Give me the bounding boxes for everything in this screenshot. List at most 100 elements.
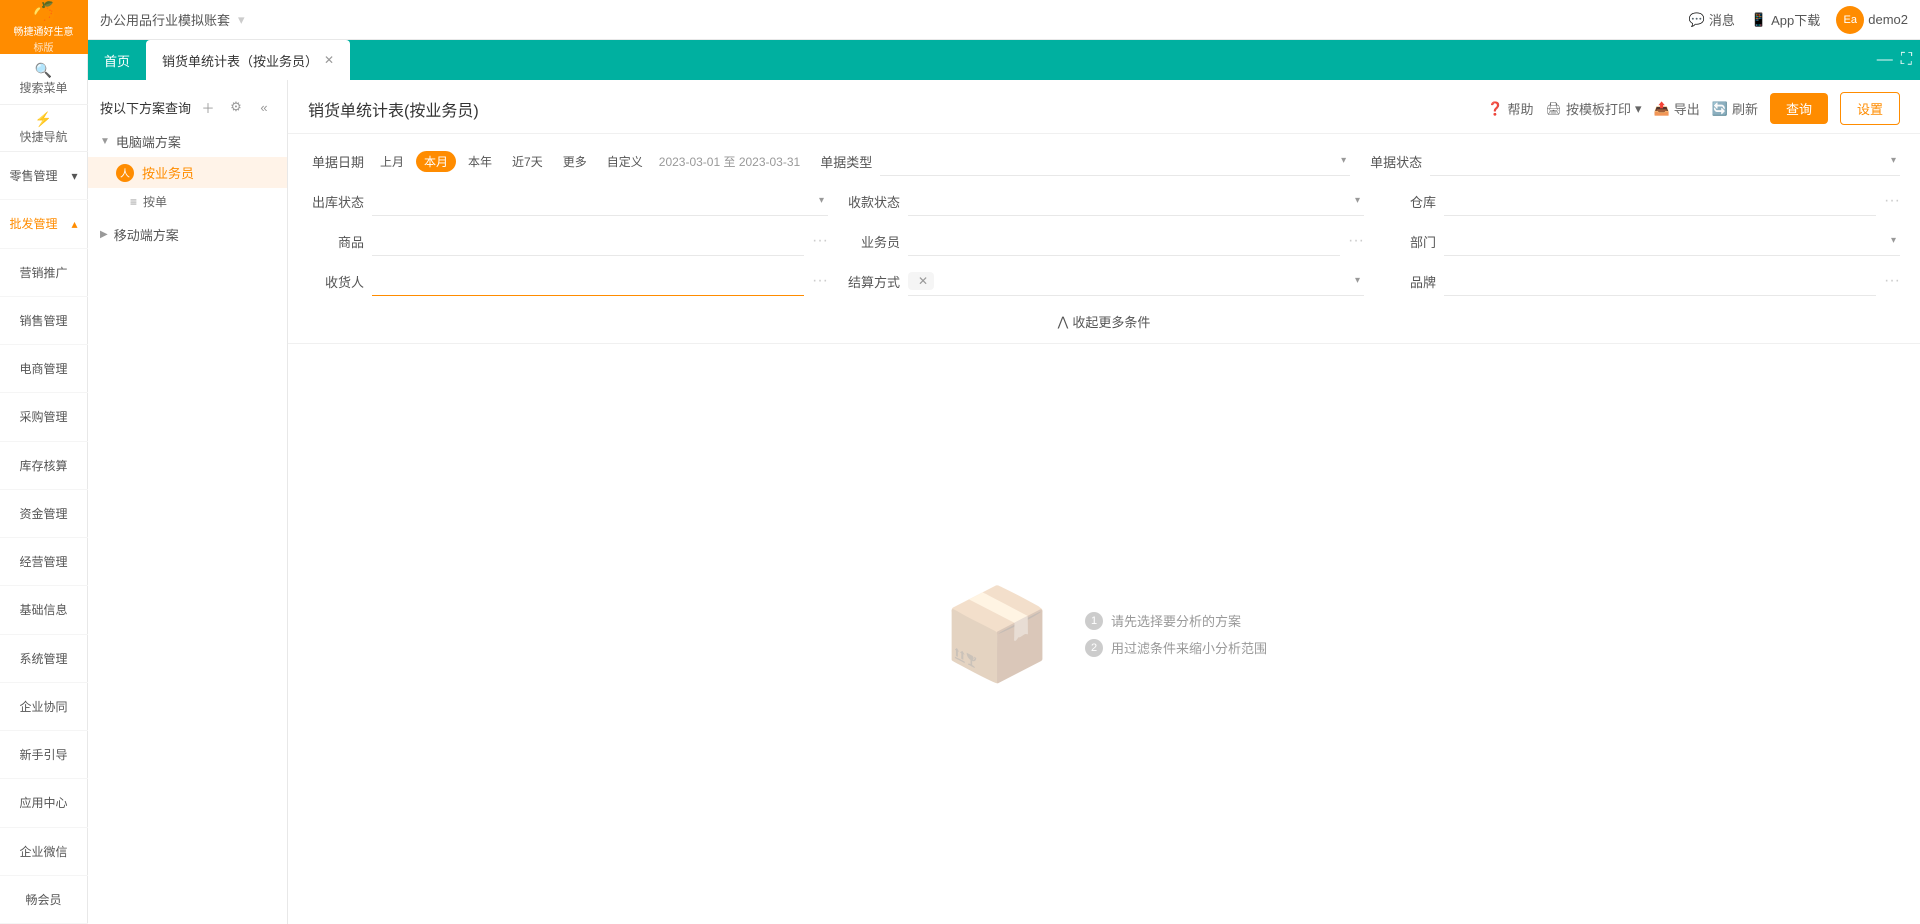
date-btn-more[interactable]: 更多: [555, 151, 595, 172]
filter-bill-status-select-wrap[interactable]: ▾: [1430, 146, 1900, 176]
filter-goods-input[interactable]: [372, 226, 804, 256]
sidebar-search-item[interactable]: 🔍 搜索菜单: [0, 54, 88, 105]
sidebar-item-newbie-label: 新手引导: [19, 746, 67, 763]
print-btn[interactable]: 🖨 按模板打印 ▾: [1546, 99, 1642, 118]
filter-dept-select[interactable]: [1444, 226, 1900, 255]
filter-brand-dots[interactable]: ···: [1884, 272, 1900, 290]
message-btn[interactable]: 💬 消息: [1689, 10, 1735, 29]
sidebar-item-retail[interactable]: 零售管理 ▾: [0, 152, 88, 200]
filter-settle-select-wrap[interactable]: ▾: [938, 266, 1364, 296]
filter-salesman-dots[interactable]: ···: [1348, 232, 1364, 250]
hint-num-2: 2: [1085, 639, 1103, 657]
logo-text: 畅捷通好生意: [14, 27, 74, 39]
sidebar-item-collab-label: 企业协同: [19, 698, 67, 715]
filter-warehouse-input[interactable]: [1444, 186, 1876, 216]
sidebar-logo[interactable]: 🍊 畅捷通好生意 标版: [0, 0, 88, 54]
date-btn-this-month[interactable]: 本月: [416, 151, 456, 172]
empty-state-content: 📦 1 请先选择要分析的方案 2 用过滤条件来缩小分析范围: [941, 582, 1267, 687]
filter-bill-status-field: 单据状态 ▾: [1366, 146, 1900, 176]
sidebar-item-wholesale-arrow: ▴: [71, 217, 77, 231]
sidebar-item-basic-info[interactable]: 基础信息: [0, 586, 88, 634]
page-header: 销货单统计表(按业务员) ❓ 帮助 🖨 按模板打印 ▾ 📤 导出: [288, 80, 1920, 134]
query-btn[interactable]: 查询: [1770, 93, 1828, 124]
filter-brand-field: 品牌 ···: [1380, 266, 1900, 296]
export-btn[interactable]: 📤 导出: [1654, 99, 1700, 118]
lp-collapse-btn[interactable]: «: [253, 96, 275, 118]
empty-state: 📦 1 请先选择要分析的方案 2 用过滤条件来缩小分析范围: [288, 344, 1920, 924]
lp-item-by-bill[interactable]: ≡ 按单: [88, 188, 287, 215]
sidebar-item-ecommerce[interactable]: 电商管理: [0, 345, 88, 393]
tabbar: 首页 销货单统计表（按业务员） ✕ — ⛶: [88, 40, 1920, 80]
filter-goods-dots[interactable]: ···: [812, 232, 828, 250]
filter-date-range: 2023-03-01 至 2023-03-31: [659, 153, 800, 170]
sidebar-item-ecommerce-label: 电商管理: [19, 360, 67, 377]
export-label: 导出: [1674, 99, 1700, 118]
user-avatar-btn[interactable]: Ea demo2: [1836, 6, 1908, 34]
app-download-btn[interactable]: 📱 App下载: [1751, 10, 1820, 29]
sidebar-item-purchase[interactable]: 采购管理: [0, 393, 88, 441]
filter-out-status-select[interactable]: [372, 186, 828, 215]
sidebar-item-wholesale[interactable]: 批发管理 ▴: [0, 200, 88, 248]
tab-minimize-btn[interactable]: —: [1877, 51, 1893, 69]
date-btn-last-month[interactable]: 上月: [372, 151, 412, 172]
lp-item-by-salesman[interactable]: 人 按业务员: [88, 157, 287, 188]
sidebar-item-finance[interactable]: 资金管理: [0, 490, 88, 538]
collapse-btn[interactable]: ⋀ 收起更多条件: [308, 306, 1900, 331]
refresh-btn[interactable]: 🔄 刷新: [1712, 99, 1758, 118]
filter-bill-type-select-wrap[interactable]: ▾: [880, 146, 1350, 176]
lp-item-salesman-icon: 人: [116, 164, 134, 182]
filter-out-status-select-wrap[interactable]: ▾: [372, 186, 828, 216]
settings-btn[interactable]: 设置: [1840, 92, 1900, 125]
sidebar-item-marketing[interactable]: 营销推广: [0, 249, 88, 297]
filter-goods-label: 商品: [308, 232, 364, 251]
help-icon: ❓: [1487, 101, 1503, 117]
sidebar-item-inventory[interactable]: 库存核算: [0, 442, 88, 490]
sidebar-item-appcenter[interactable]: 应用中心: [0, 779, 88, 827]
left-panel-actions: ＋ ⚙ «: [197, 96, 275, 118]
tab-close-icon[interactable]: ✕: [324, 53, 334, 67]
lp-section-desktop-header[interactable]: ▼ 电脑端方案: [88, 126, 287, 157]
filter-salesman-input[interactable]: [908, 226, 1340, 256]
filter-bill-status-select[interactable]: [1430, 146, 1900, 175]
filter-out-status-label: 出库状态: [308, 192, 364, 211]
help-btn[interactable]: ❓ 帮助: [1487, 99, 1533, 118]
sidebar-item-wechat[interactable]: 企业微信: [0, 828, 88, 876]
sidebar-item-member[interactable]: 畅会员: [0, 876, 88, 924]
filter-receiver-dots[interactable]: ···: [812, 272, 828, 290]
date-btn-7days[interactable]: 近7天: [504, 151, 551, 172]
filter-receiver-field: 收货人 ···: [308, 266, 828, 296]
sidebar-item-marketing-label: 营销推广: [19, 264, 67, 281]
filter-settle-select[interactable]: [938, 266, 1364, 296]
filter-warehouse-dots[interactable]: ···: [1884, 192, 1900, 210]
date-btn-custom[interactable]: 自定义: [599, 151, 651, 172]
refresh-icon: 🔄: [1712, 101, 1728, 117]
filter-dept-select-wrap[interactable]: ▾: [1444, 226, 1900, 256]
tab-home[interactable]: 首页: [88, 40, 146, 80]
sidebar-item-sales[interactable]: 销售管理: [0, 297, 88, 345]
sidebar-item-member-label: 畅会员: [25, 891, 61, 908]
page-title: 销货单统计表(按业务员): [308, 97, 479, 121]
filter-out-status-field: 出库状态 ▾: [308, 186, 828, 216]
sidebar-item-operations[interactable]: 经营管理: [0, 538, 88, 586]
sidebar-item-newbie[interactable]: 新手引导: [0, 731, 88, 779]
tab-sales-stat[interactable]: 销货单统计表（按业务员） ✕: [146, 40, 350, 80]
sidebar-item-retail-arrow: ▾: [71, 169, 77, 183]
tab-maximize-btn[interactable]: ⛶: [1901, 51, 1912, 69]
filter-brand-input[interactable]: [1444, 266, 1876, 296]
filter-collect-status-select[interactable]: [908, 186, 1364, 215]
date-btn-this-year[interactable]: 本年: [460, 151, 500, 172]
lp-section-mobile-header[interactable]: ▶ 移动端方案: [88, 219, 287, 250]
empty-hint-1: 1 请先选择要分析的方案: [1085, 611, 1267, 630]
sidebar-item-wholesale-label: 批发管理: [10, 215, 58, 232]
sidebar-quicknav-item[interactable]: ⚡ 快捷导航: [0, 105, 88, 152]
lp-add-btn[interactable]: ＋: [197, 96, 219, 118]
sidebar-item-system[interactable]: 系统管理: [0, 635, 88, 683]
filter-bill-type-select[interactable]: [880, 146, 1350, 175]
filter-settle-field: 结算方式 ✕ ▾: [844, 266, 1364, 296]
content-area: 按以下方案查询 ＋ ⚙ « ▼ 电脑端方案 人 按业务员 ≡ 按单: [88, 80, 1920, 924]
filter-settle-tag-close[interactable]: ✕: [918, 274, 928, 288]
sidebar-item-collab[interactable]: 企业协同: [0, 683, 88, 731]
filter-collect-status-select-wrap[interactable]: ▾: [908, 186, 1364, 216]
filter-receiver-input[interactable]: [372, 266, 804, 296]
lp-settings-btn[interactable]: ⚙: [225, 96, 247, 118]
